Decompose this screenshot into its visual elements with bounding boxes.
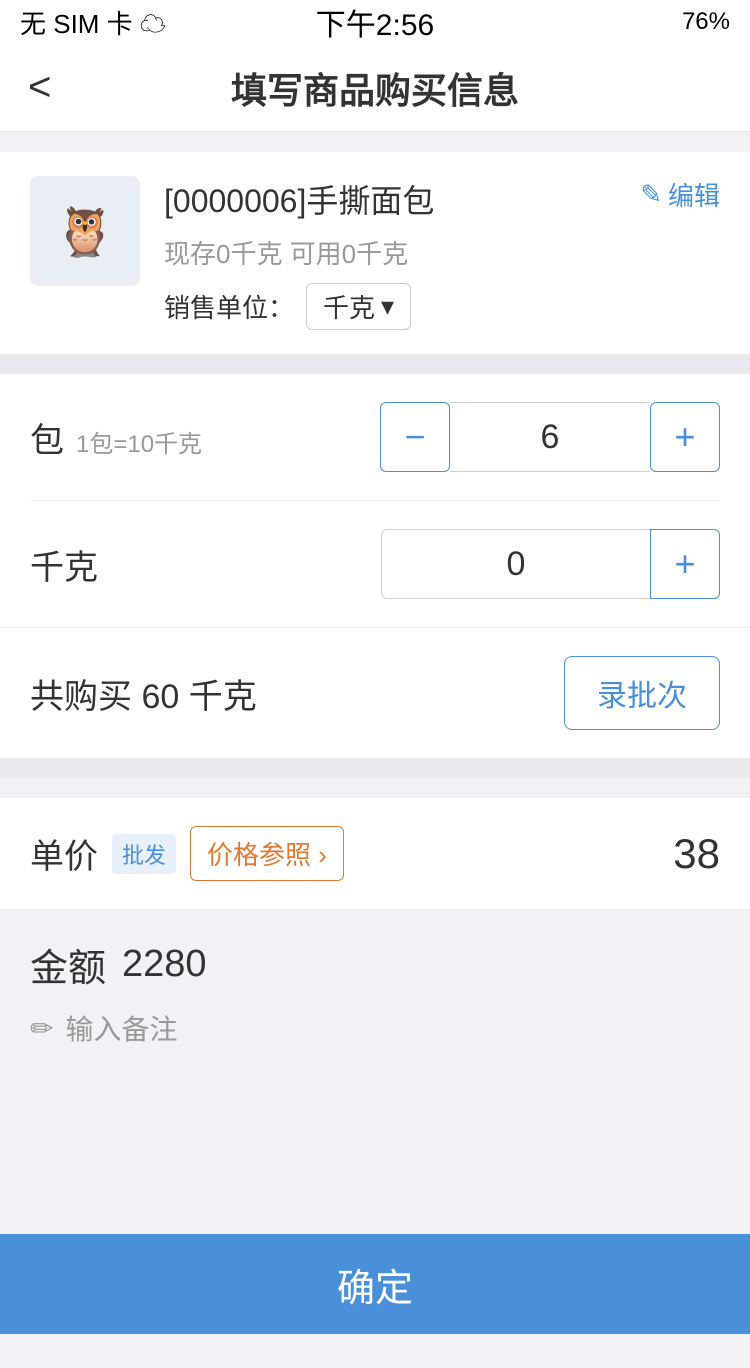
status-time: 下午2:56 — [316, 0, 434, 44]
bao-label: 包 — [30, 413, 64, 462]
confirm-bar[interactable]: 确定 — [0, 1234, 750, 1334]
pencil-icon: ✏ — [30, 1012, 53, 1045]
unit-label: 销售单位： — [164, 288, 294, 325]
product-card: 🦉 [0000006]手撕面包 现存0千克 可用0千克 销售单位： 千克 ✎ 编… — [0, 152, 750, 354]
edit-icon: ✎ — [640, 179, 662, 210]
bao-qty-row: 包 1包=10千克 − + — [30, 374, 720, 501]
bao-qty-controls: − + — [380, 402, 720, 472]
total-section: 共购买 60 千克 录批次 — [0, 627, 750, 758]
price-ref-button[interactable]: 价格参照 › — [190, 826, 344, 881]
remark-row[interactable]: ✏ 输入备注 — [30, 1008, 720, 1048]
kg-increment-button[interactable]: + — [650, 529, 720, 599]
product-info: [0000006]手撕面包 现存0千克 可用0千克 销售单位： 千克 — [164, 176, 720, 330]
status-right: 76% — [682, 8, 730, 36]
product-name: [0000006]手撕面包 — [164, 176, 720, 222]
kg-qty-row: 千克 + — [30, 501, 720, 627]
remark-placeholder: 输入备注 — [65, 1008, 177, 1048]
batch-button[interactable]: 录批次 — [564, 656, 720, 730]
divider-2 — [0, 758, 750, 778]
back-button[interactable]: < — [28, 65, 51, 110]
bao-label-group: 包 1包=10千克 — [30, 413, 202, 462]
confirm-button[interactable]: 确定 — [337, 1257, 413, 1312]
nav-bar: < 填写商品购买信息 — [0, 44, 750, 132]
kg-qty-controls: + — [381, 529, 720, 599]
product-logo-icon: 🦉 — [55, 203, 115, 260]
total-label: 共购买 60 千克 — [30, 669, 257, 718]
quantity-section: 包 1包=10千克 − + 千克 + — [0, 374, 750, 627]
edit-button[interactable]: ✎ 编辑 — [640, 176, 720, 213]
divider-1 — [0, 354, 750, 374]
bao-increment-button[interactable]: + — [650, 402, 720, 472]
bao-decrement-button[interactable]: − — [380, 402, 450, 472]
kg-label-group: 千克 — [30, 540, 98, 589]
chevron-down-icon — [381, 291, 394, 322]
status-left: 无 SIM 卡 ☁ — [20, 4, 166, 41]
kg-label: 千克 — [30, 540, 98, 589]
kg-qty-input[interactable] — [381, 529, 651, 599]
unit-value: 千克 — [323, 288, 375, 325]
amount-section: 金额 2280 ✏ 输入备注 — [0, 909, 750, 1068]
price-value: 38 — [673, 830, 720, 878]
bao-hint: 1包=10千克 — [76, 424, 202, 459]
product-unit-row: 销售单位： 千克 — [164, 283, 720, 330]
price-section: 单价 批发 价格参照 › 38 — [0, 798, 750, 909]
amount-label: 金额 — [30, 937, 106, 992]
battery-icon: 76% — [682, 8, 730, 36]
page-title: 填写商品购买信息 — [231, 62, 519, 114]
product-stock: 现存0千克 可用0千克 — [164, 234, 720, 271]
bao-qty-input[interactable] — [450, 402, 650, 472]
edit-label: 编辑 — [668, 176, 720, 213]
status-bar: 无 SIM 卡 ☁ 下午2:56 76% — [0, 0, 750, 44]
product-thumbnail: 🦉 — [30, 176, 140, 286]
price-tag-pifa: 批发 — [112, 834, 176, 874]
price-label: 单价 — [30, 829, 98, 878]
amount-row: 金额 2280 — [30, 937, 720, 992]
unit-select[interactable]: 千克 — [306, 283, 411, 330]
amount-value: 2280 — [122, 943, 207, 986]
price-label-group: 单价 批发 价格参照 › — [30, 826, 344, 881]
